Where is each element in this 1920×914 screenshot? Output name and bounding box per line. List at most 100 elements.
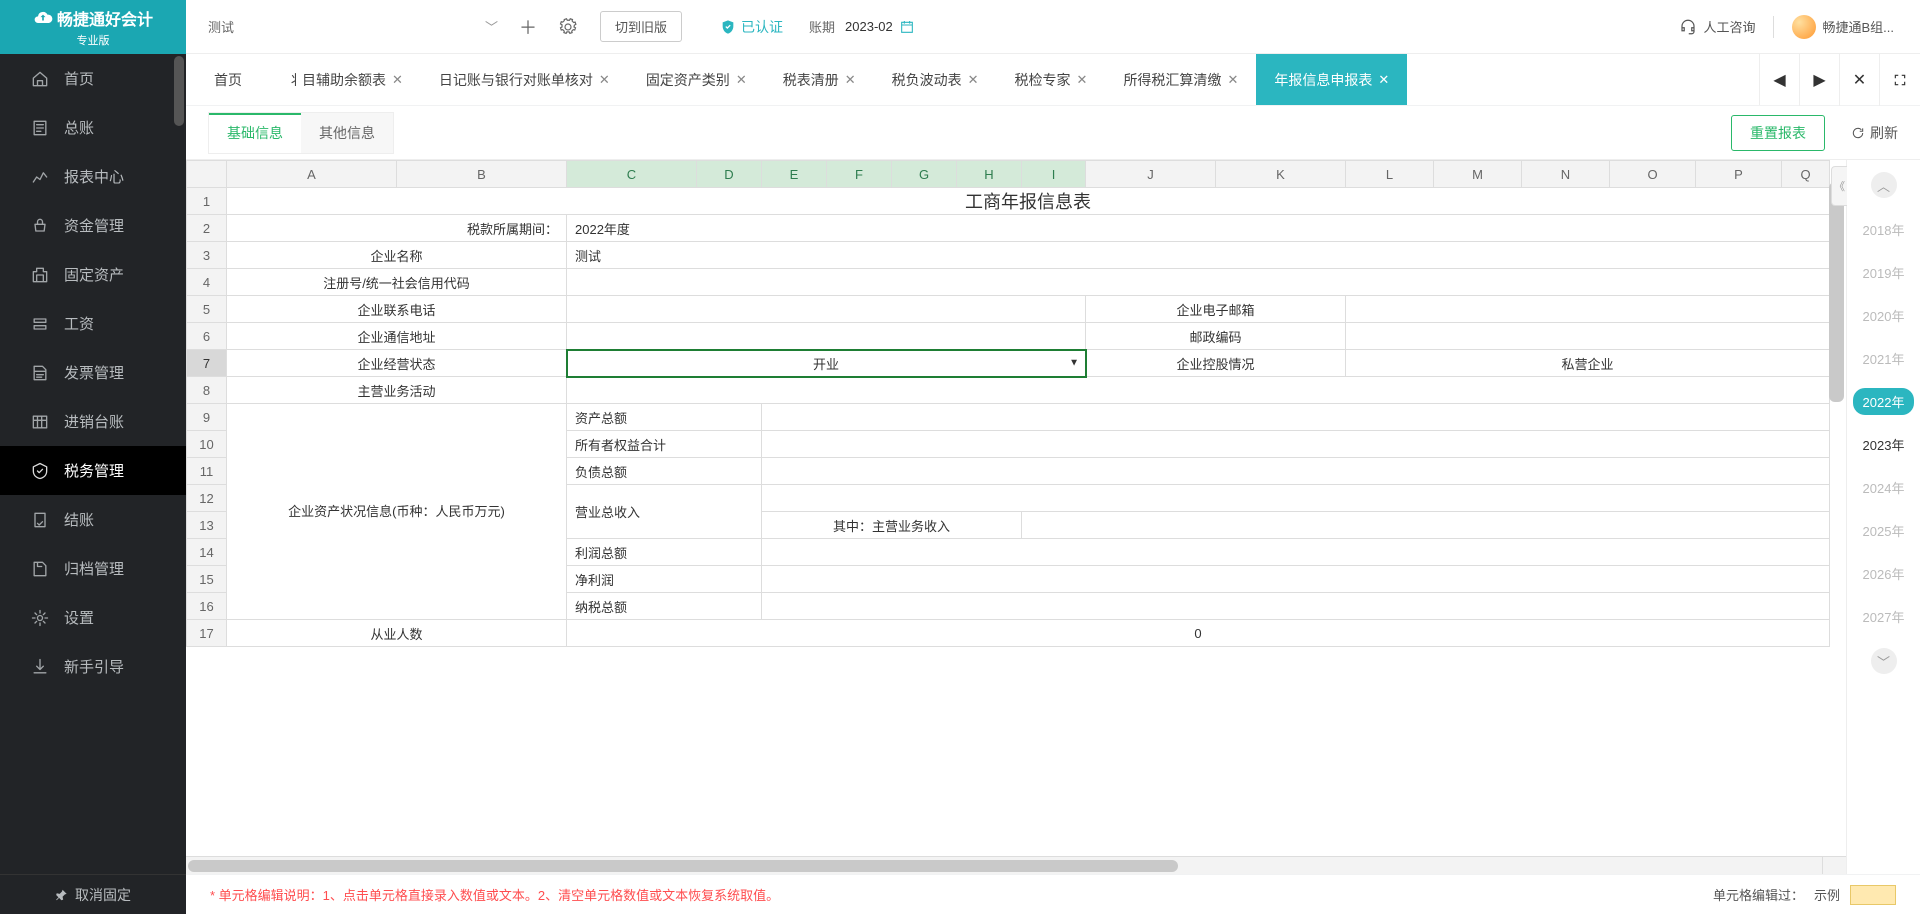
sheet-vertical-scrollbar[interactable] <box>1829 182 1844 402</box>
year-option[interactable]: 2024年 <box>1855 474 1913 501</box>
row-header[interactable]: 13 <box>187 512 227 539</box>
col-header[interactable]: I <box>1022 161 1086 188</box>
row-header[interactable]: 14 <box>187 539 227 566</box>
tab-7[interactable]: 年报信息申报表✕ <box>1256 54 1407 105</box>
sidebar-item-2[interactable]: 报表中心 <box>0 152 186 201</box>
row-header[interactable]: 8 <box>187 377 227 404</box>
tab-4[interactable]: 税负波动表✕ <box>874 54 997 105</box>
year-option[interactable]: 2025年 <box>1855 517 1913 544</box>
cell[interactable]: 0 <box>567 620 1830 647</box>
tab-6[interactable]: 所得税汇算清缴✕ <box>1105 54 1256 105</box>
add-button[interactable]: ＋ <box>508 7 548 47</box>
cell[interactable]: 资产总额 <box>567 404 762 431</box>
selected-cell-dropdown[interactable]: 开业▼ <box>567 350 1086 377</box>
cell[interactable] <box>567 296 1086 323</box>
collapse-year-rail-button[interactable]: 《 <box>1831 166 1847 206</box>
spreadsheet[interactable]: ABCDEFGHIJKLMNOPQ1工商年报信息表2税款所属期间：2022年度3… <box>186 160 1846 874</box>
cell[interactable]: 企业名称 <box>227 242 567 269</box>
col-header[interactable]: K <box>1216 161 1346 188</box>
user-menu[interactable]: 畅捷通B组... <box>1792 15 1894 39</box>
row-header[interactable]: 4 <box>187 269 227 296</box>
cell[interactable]: 测试 <box>567 242 1830 269</box>
col-header[interactable]: J <box>1086 161 1216 188</box>
cell[interactable]: 邮政编码 <box>1086 323 1346 350</box>
cell[interactable] <box>1346 323 1830 350</box>
sidebar-item-1[interactable]: 总账 <box>0 103 186 152</box>
sidebar-item-7[interactable]: 进销台账 <box>0 397 186 446</box>
row-header[interactable]: 7 <box>187 350 227 377</box>
sidebar-item-11[interactable]: 设置 <box>0 593 186 642</box>
col-header[interactable]: N <box>1522 161 1610 188</box>
sidebar-item-3[interactable]: 资金管理 <box>0 201 186 250</box>
sidebar-item-12[interactable]: 新手引导 <box>0 642 186 691</box>
cell[interactable]: 企业控股情况 <box>1086 350 1346 377</box>
tabs-scroll-right-button[interactable]: ▶ <box>1800 54 1840 106</box>
tab-close-icon[interactable]: ✕ <box>845 72 856 88</box>
tab-5[interactable]: 税检专家✕ <box>997 54 1106 105</box>
cell[interactable]: 主营业务活动 <box>227 377 567 404</box>
sidebar-item-10[interactable]: 归档管理 <box>0 544 186 593</box>
year-option[interactable]: 2027年 <box>1855 603 1913 630</box>
sidebar-item-6[interactable]: 发票管理 <box>0 348 186 397</box>
tab-close-icon[interactable]: ✕ <box>1077 72 1088 88</box>
sidebar-item-4[interactable]: 固定资产 <box>0 250 186 299</box>
cell[interactable]: 负债总额 <box>567 458 762 485</box>
year-option[interactable]: 2023年 <box>1855 431 1913 458</box>
reset-report-button[interactable]: 重置报表 <box>1731 115 1825 151</box>
cell[interactable] <box>762 593 1830 620</box>
row-header[interactable]: 5 <box>187 296 227 323</box>
tab-1[interactable]: 日记账与银行对账单核对✕ <box>421 54 628 105</box>
sidebar-scrollbar[interactable] <box>174 56 184 126</box>
sidebar-item-0[interactable]: 首页 <box>0 54 186 103</box>
period-picker[interactable]: 2023-02 <box>845 19 893 34</box>
col-header[interactable]: C <box>567 161 697 188</box>
row-header[interactable]: 3 <box>187 242 227 269</box>
tab-2[interactable]: 固定资产类别✕ <box>628 54 765 105</box>
select-all-corner[interactable] <box>187 161 227 188</box>
subtab-other-info[interactable]: 其他信息 <box>301 113 393 153</box>
row-header[interactable]: 16 <box>187 593 227 620</box>
sidebar-item-5[interactable]: 工资 <box>0 299 186 348</box>
cell[interactable]: 纳税总额 <box>567 593 762 620</box>
col-header[interactable]: G <box>892 161 957 188</box>
switch-old-version-button[interactable]: 切到旧版 <box>600 11 682 42</box>
cell[interactable] <box>567 269 1830 296</box>
subtab-basic-info[interactable]: 基础信息 <box>209 113 301 153</box>
cell[interactable]: 利润总额 <box>567 539 762 566</box>
year-prev-button[interactable]: ︿ <box>1871 172 1897 198</box>
col-header[interactable]: E <box>762 161 827 188</box>
cell[interactable] <box>762 431 1830 458</box>
year-option[interactable]: 2020年 <box>1855 302 1913 329</box>
sidebar-item-9[interactable]: 结账 <box>0 495 186 544</box>
tab-0[interactable]: 丬目辅助余额表✕ <box>260 54 421 105</box>
cell[interactable]: 企业联系电话 <box>227 296 567 323</box>
year-option[interactable]: 2022年 <box>1853 388 1915 415</box>
cell[interactable]: 从业人数 <box>227 620 567 647</box>
row-header[interactable]: 17 <box>187 620 227 647</box>
col-header[interactable]: F <box>827 161 892 188</box>
sidebar-item-8[interactable]: 税务管理 <box>0 446 186 495</box>
col-header[interactable]: O <box>1610 161 1696 188</box>
cell[interactable] <box>762 404 1830 431</box>
row-header[interactable]: 9 <box>187 404 227 431</box>
tab-close-icon[interactable]: ✕ <box>1378 72 1389 88</box>
cell[interactable] <box>762 539 1830 566</box>
row-header[interactable]: 11 <box>187 458 227 485</box>
tab-close-icon[interactable]: ✕ <box>736 72 747 88</box>
merged-cell[interactable]: 企业资产状况信息(币种：人民币万元) <box>227 404 567 620</box>
refresh-button[interactable]: 刷新 <box>1851 123 1898 143</box>
cell[interactable] <box>762 566 1830 593</box>
calendar-icon[interactable] <box>899 19 915 35</box>
row-header[interactable]: 12 <box>187 485 227 512</box>
tab-close-icon[interactable]: ✕ <box>1227 72 1238 88</box>
fullscreen-button[interactable] <box>1880 54 1920 106</box>
cell[interactable] <box>1022 512 1830 539</box>
tab-close-button[interactable]: ✕ <box>1840 54 1880 106</box>
row-header[interactable]: 2 <box>187 215 227 242</box>
cell[interactable]: 2022年度 <box>567 215 1830 242</box>
col-header[interactable]: H <box>957 161 1022 188</box>
cell[interactable]: 企业电子邮箱 <box>1086 296 1346 323</box>
sheet-horizontal-scrollbar[interactable] <box>186 856 1822 874</box>
cell[interactable]: 私营企业 <box>1346 350 1830 377</box>
year-option[interactable]: 2019年 <box>1855 259 1913 286</box>
